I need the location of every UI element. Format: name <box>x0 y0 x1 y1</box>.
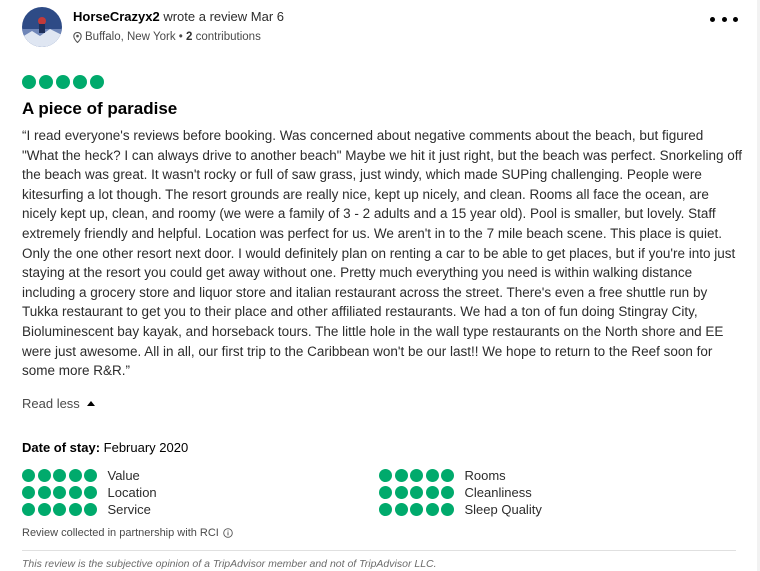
more-options-icon[interactable] <box>710 9 738 29</box>
date-of-stay-value: February 2020 <box>103 440 189 455</box>
read-less-label: Read less <box>22 396 80 411</box>
avatar-image <box>22 7 62 47</box>
author-meta: Buffalo, New York • 2 contributions <box>73 31 261 43</box>
sub-rating-label: Rooms <box>464 468 506 483</box>
author-location: Buffalo, New York <box>85 31 176 43</box>
review-header: HorseCrazyx2 wrote a review Mar 6 Buffal… <box>0 0 757 62</box>
sub-rating-label: Value <box>107 468 140 483</box>
rating-bubble <box>73 75 87 89</box>
contributions-label: contributions <box>195 31 261 43</box>
date-of-stay-label: Date of stay: <box>22 440 101 455</box>
sub-rating-label: Service <box>107 502 151 517</box>
rating-bubbles <box>22 503 100 516</box>
rating-bubbles <box>22 486 100 499</box>
sub-rating-sleep-quality: Sleep Quality <box>379 502 542 517</box>
partner-note-text: Review collected in partnership with RCI <box>22 527 219 539</box>
avatar[interactable] <box>22 7 62 47</box>
review-card: HorseCrazyx2 wrote a review Mar 6 Buffal… <box>0 0 757 571</box>
rating-bubble <box>22 75 36 89</box>
sub-rating-location: Location <box>22 485 157 500</box>
rating-bubbles <box>379 503 457 516</box>
sub-rating-label: Location <box>107 485 157 500</box>
overall-rating-bubbles <box>22 75 107 89</box>
sub-rating-rooms: Rooms <box>379 468 506 483</box>
rating-bubble <box>90 75 104 89</box>
review-author-line: HorseCrazyx2 wrote a review Mar 6 <box>73 9 284 24</box>
partner-note: Review collected in partnership with RCI <box>22 527 233 539</box>
sub-rating-service: Service <box>22 502 151 517</box>
review-body: “I read everyone's reviews before bookin… <box>22 128 742 379</box>
review-disclaimer: This review is the subjective opinion of… <box>22 558 437 570</box>
sub-rating-label: Cleanliness <box>464 485 532 500</box>
rating-bubbles <box>379 486 457 499</box>
sub-rating-value: Value <box>22 468 140 483</box>
sub-rating-label: Sleep Quality <box>464 502 542 517</box>
sub-ratings: Value Location Service Rooms Cleanliness <box>22 468 742 520</box>
review-date: Mar 6 <box>250 9 285 24</box>
date-of-stay: Date of stay: February 2020 <box>22 440 188 455</box>
rating-bubble <box>56 75 70 89</box>
map-pin-icon <box>73 31 82 43</box>
rating-bubbles <box>22 469 100 482</box>
caret-up-icon <box>86 401 95 406</box>
info-icon[interactable] <box>223 528 233 538</box>
review-title[interactable]: A piece of paradise <box>22 99 177 119</box>
username-link[interactable]: HorseCrazyx2 <box>73 9 160 24</box>
read-less-button[interactable]: Read less <box>22 396 95 411</box>
rating-bubbles <box>379 469 457 482</box>
rating-bubble <box>39 75 53 89</box>
sub-rating-cleanliness: Cleanliness <box>379 485 532 500</box>
divider <box>22 550 736 551</box>
review-action: wrote a review <box>163 9 248 24</box>
